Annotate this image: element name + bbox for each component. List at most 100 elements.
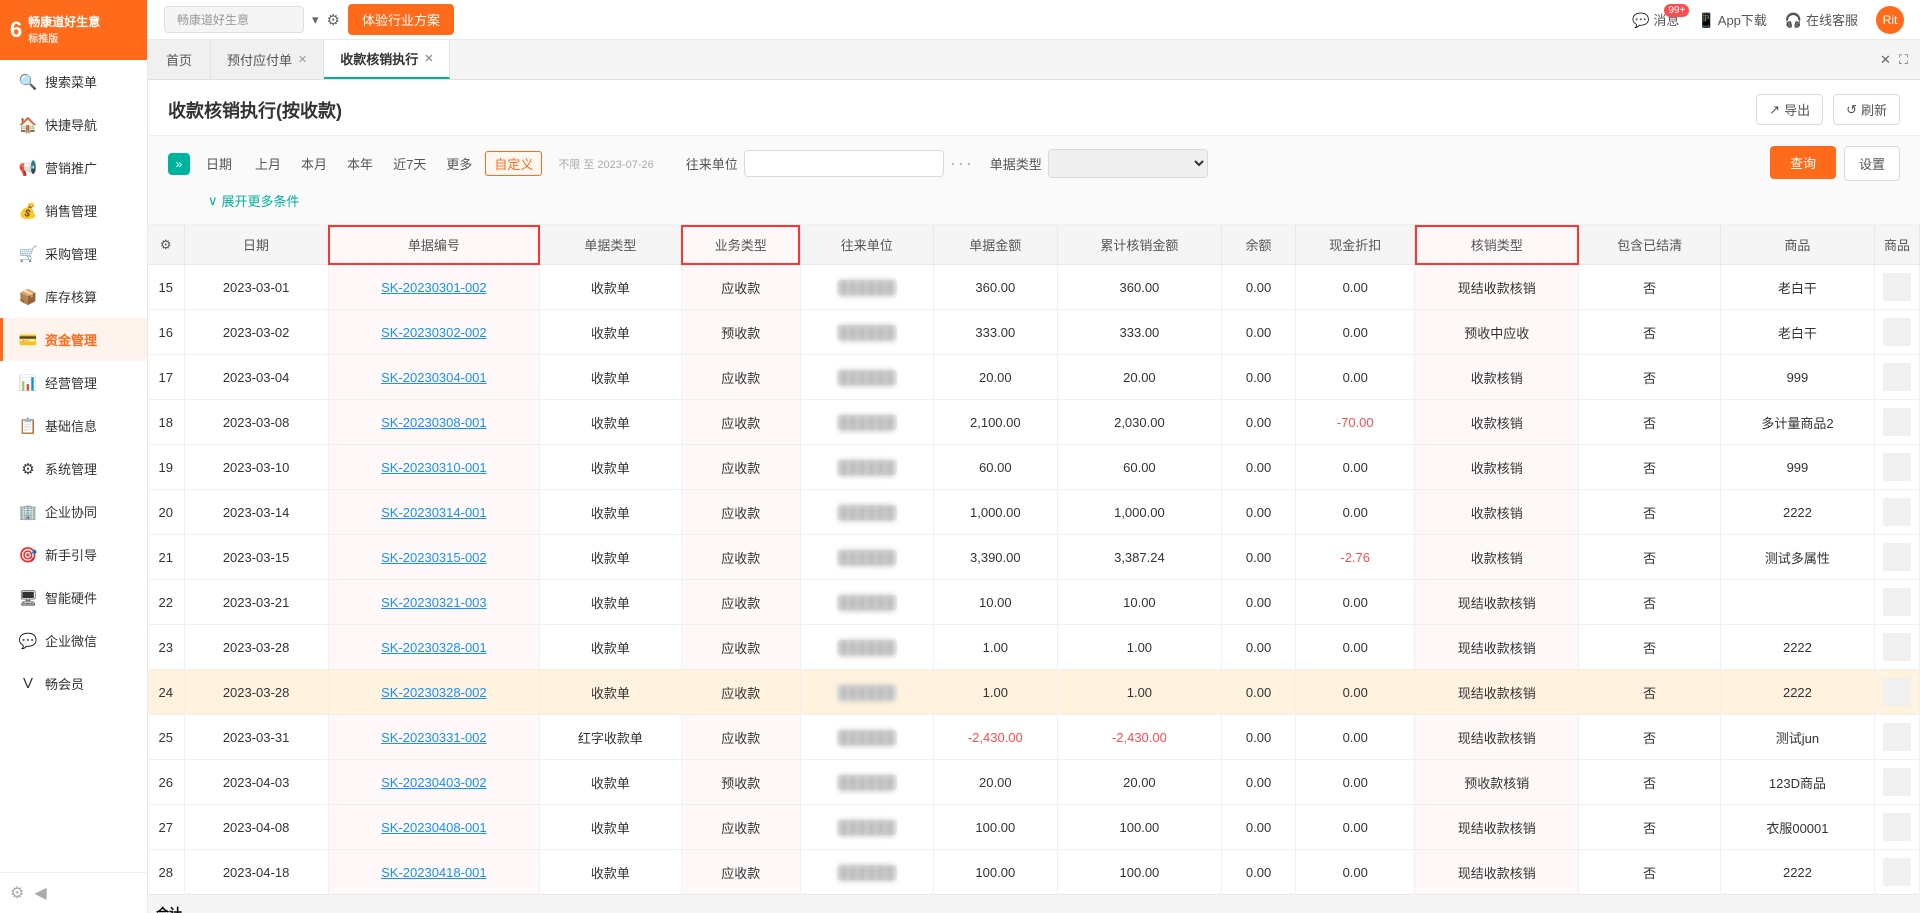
solution-button[interactable]: 体验行业方案 xyxy=(348,4,454,35)
date-this-month[interactable]: 本月 xyxy=(294,151,334,176)
cell-doc-no[interactable]: SK-20230308-001 xyxy=(328,400,540,445)
table-row[interactable]: 26 2023-04-03 SK-20230403-002 收款单 预收款 ██… xyxy=(148,760,1920,805)
table-row[interactable]: 27 2023-04-08 SK-20230408-001 收款单 应收款 ██… xyxy=(148,805,1920,850)
cell-doc-no[interactable]: SK-20230304-001 xyxy=(328,355,540,400)
sidebar-item-basic[interactable]: 📋基础信息 xyxy=(0,404,147,447)
tab-home[interactable]: 首页 xyxy=(148,40,211,79)
cell-doc-no[interactable]: SK-20230314-001 xyxy=(328,490,540,535)
app-download-button[interactable]: App下载 xyxy=(1697,10,1766,29)
topbar-gear-icon[interactable]: ⚙ xyxy=(327,11,340,29)
settings-button[interactable]: 设置 xyxy=(1844,146,1900,181)
doctype-select[interactable] xyxy=(1048,149,1208,178)
table-row[interactable]: 19 2023-03-10 SK-20230310-001 收款单 应收款 ██… xyxy=(148,445,1920,490)
sidebar-item-search[interactable]: 🔍搜索菜单 xyxy=(0,60,147,103)
tab-collect[interactable]: 收款核销执行 ✕ xyxy=(324,40,450,79)
cell-no: 20 xyxy=(148,490,184,535)
cell-doc-no[interactable]: SK-20230403-002 xyxy=(328,760,540,805)
date-7days[interactable]: 近7天 xyxy=(386,151,433,176)
sidebar-item-hardware[interactable]: 🖥智能硬件 xyxy=(0,576,147,619)
col-doc-type[interactable]: 单据类型 xyxy=(540,225,682,265)
sidebar-item-inventory[interactable]: 📦库存核算 xyxy=(0,275,147,318)
tab-close-all[interactable]: ✕ xyxy=(1880,52,1891,68)
filter-toggle-button[interactable]: » xyxy=(168,153,190,175)
table-row[interactable]: 15 2023-03-01 SK-20230301-002 收款单 应收款 ██… xyxy=(148,265,1920,310)
expand-conditions-button[interactable]: ∨ 展开更多条件 xyxy=(208,187,1900,214)
cell-doc-no[interactable]: SK-20230331-002 xyxy=(328,715,540,760)
cell-doc-no[interactable]: SK-20230302-002 xyxy=(328,310,540,355)
table-row[interactable]: 25 2023-03-31 SK-20230331-002 红字收款单 应收款 … xyxy=(148,715,1920,760)
user-avatar[interactable]: Rit xyxy=(1876,6,1904,34)
col-gear[interactable]: ⚙ xyxy=(148,225,184,265)
date-this-year[interactable]: 本年 xyxy=(340,151,380,176)
col-goods[interactable]: 商品 xyxy=(1720,225,1874,265)
cell-doc-no[interactable]: SK-20230408-001 xyxy=(328,805,540,850)
messages-button[interactable]: 消息 99+ xyxy=(1632,10,1679,29)
col-writeoff-total[interactable]: 累计核销金额 xyxy=(1057,225,1221,265)
cell-doc-no[interactable]: SK-20230418-001 xyxy=(328,850,540,895)
table-row[interactable]: 23 2023-03-28 SK-20230328-001 收款单 应收款 ██… xyxy=(148,625,1920,670)
cell-partner: ██████ xyxy=(800,265,933,310)
cell-doc-no[interactable]: SK-20230328-002 xyxy=(328,670,540,715)
cell-include-settled: 否 xyxy=(1579,850,1721,895)
table-row[interactable]: 20 2023-03-14 SK-20230314-001 收款单 应收款 ██… xyxy=(148,490,1920,535)
sidebar-item-system[interactable]: ⚙系统管理 xyxy=(0,447,147,490)
col-doc-no[interactable]: 单据编号 xyxy=(328,225,540,265)
table-row[interactable]: 21 2023-03-15 SK-20230315-002 收款单 应收款 ██… xyxy=(148,535,1920,580)
cell-doc-no[interactable]: SK-20230328-001 xyxy=(328,625,540,670)
cell-goods-img xyxy=(1875,670,1920,715)
col-cash-discount[interactable]: 现金折扣 xyxy=(1296,225,1415,265)
tab-collect-close[interactable]: ✕ xyxy=(424,52,433,65)
sidebar-item-sales[interactable]: 💰销售管理 xyxy=(0,189,147,232)
col-writeoff-type[interactable]: 核销类型 xyxy=(1415,225,1579,265)
sidebar-item-marketing[interactable]: 📢营销推广 xyxy=(0,146,147,189)
footer-col14 xyxy=(1875,895,1920,913)
col-date[interactable]: 日期 xyxy=(184,225,328,265)
tab-prepay[interactable]: 预付应付单 ✕ xyxy=(211,40,324,79)
sidebar-item-operations[interactable]: 📊经营管理 xyxy=(0,361,147,404)
table-row[interactable]: 24 2023-03-28 SK-20230328-002 收款单 应收款 ██… xyxy=(148,670,1920,715)
cell-doc-no[interactable]: SK-20230315-002 xyxy=(328,535,540,580)
gear-icon[interactable]: ⚙ xyxy=(10,883,24,903)
col-balance[interactable]: 余额 xyxy=(1221,225,1295,265)
col-goods-img[interactable]: 商品 xyxy=(1875,225,1920,265)
table-row[interactable]: 22 2023-03-21 SK-20230321-003 收款单 应收款 ██… xyxy=(148,580,1920,625)
table-row[interactable]: 17 2023-03-04 SK-20230304-001 收款单 应收款 ██… xyxy=(148,355,1920,400)
sidebar-item-finance[interactable]: 💳资金管理 xyxy=(0,318,147,361)
cell-writeoff-type: 现结收款核销 xyxy=(1415,850,1579,895)
cell-doc-no[interactable]: SK-20230301-002 xyxy=(328,265,540,310)
online-service-button[interactable]: 在线客服 xyxy=(1785,10,1858,29)
cell-amount: 10.00 xyxy=(933,580,1057,625)
refresh-button[interactable]: ↺ 刷新 xyxy=(1833,94,1900,125)
cell-writeoff-total: 2,030.00 xyxy=(1057,400,1221,445)
table-row[interactable]: 16 2023-03-02 SK-20230302-002 收款单 预收款 ██… xyxy=(148,310,1920,355)
table-row[interactable]: 18 2023-03-08 SK-20230308-001 收款单 应收款 ██… xyxy=(148,400,1920,445)
page-header: 收款核销执行(按收款) ↗ 导出 ↺ 刷新 xyxy=(148,80,1920,136)
sidebar-item-member[interactable]: V畅会员 xyxy=(0,662,147,705)
query-button[interactable]: 查询 xyxy=(1770,146,1836,179)
sidebar-item-guide[interactable]: 🎯新手引导 xyxy=(0,533,147,576)
cell-doc-no[interactable]: SK-20230321-003 xyxy=(328,580,540,625)
sidebar-item-purchase[interactable]: 🛒采购管理 xyxy=(0,232,147,275)
cell-writeoff-type: 预收中应收 xyxy=(1415,310,1579,355)
col-amount[interactable]: 单据金额 xyxy=(933,225,1057,265)
cell-goods: 老白干 xyxy=(1720,265,1874,310)
tab-expand[interactable]: ⛶ xyxy=(1899,52,1908,68)
partner-input[interactable] xyxy=(744,150,944,177)
sidebar-item-quicknav[interactable]: 🏠快捷导航 xyxy=(0,103,147,146)
tab-home-label: 首页 xyxy=(166,50,192,69)
tab-prepay-close[interactable]: ✕ xyxy=(298,53,307,66)
cell-doc-no[interactable]: SK-20230310-001 xyxy=(328,445,540,490)
col-biz-type[interactable]: 业务类型 xyxy=(681,225,800,265)
date-last-month[interactable]: 上月 xyxy=(248,151,288,176)
col-partner[interactable]: 往来单位 xyxy=(800,225,933,265)
sidebar-item-enterprise[interactable]: 🏢企业协同 xyxy=(0,490,147,533)
export-button[interactable]: ↗ 导出 xyxy=(1756,94,1823,125)
cell-writeoff-total: 100.00 xyxy=(1057,805,1221,850)
topbar-dropdown-icon[interactable]: ▾ xyxy=(312,12,319,28)
col-include-settled[interactable]: 包含已结清 xyxy=(1579,225,1721,265)
date-more[interactable]: 更多 xyxy=(439,151,479,176)
sidebar-item-wechat[interactable]: 💬企业微信 xyxy=(0,619,147,662)
table-row[interactable]: 28 2023-04-18 SK-20230418-001 收款单 应收款 ██… xyxy=(148,850,1920,895)
collapse-icon[interactable]: ◀ xyxy=(34,883,46,903)
date-custom[interactable]: 自定义 xyxy=(485,151,542,176)
